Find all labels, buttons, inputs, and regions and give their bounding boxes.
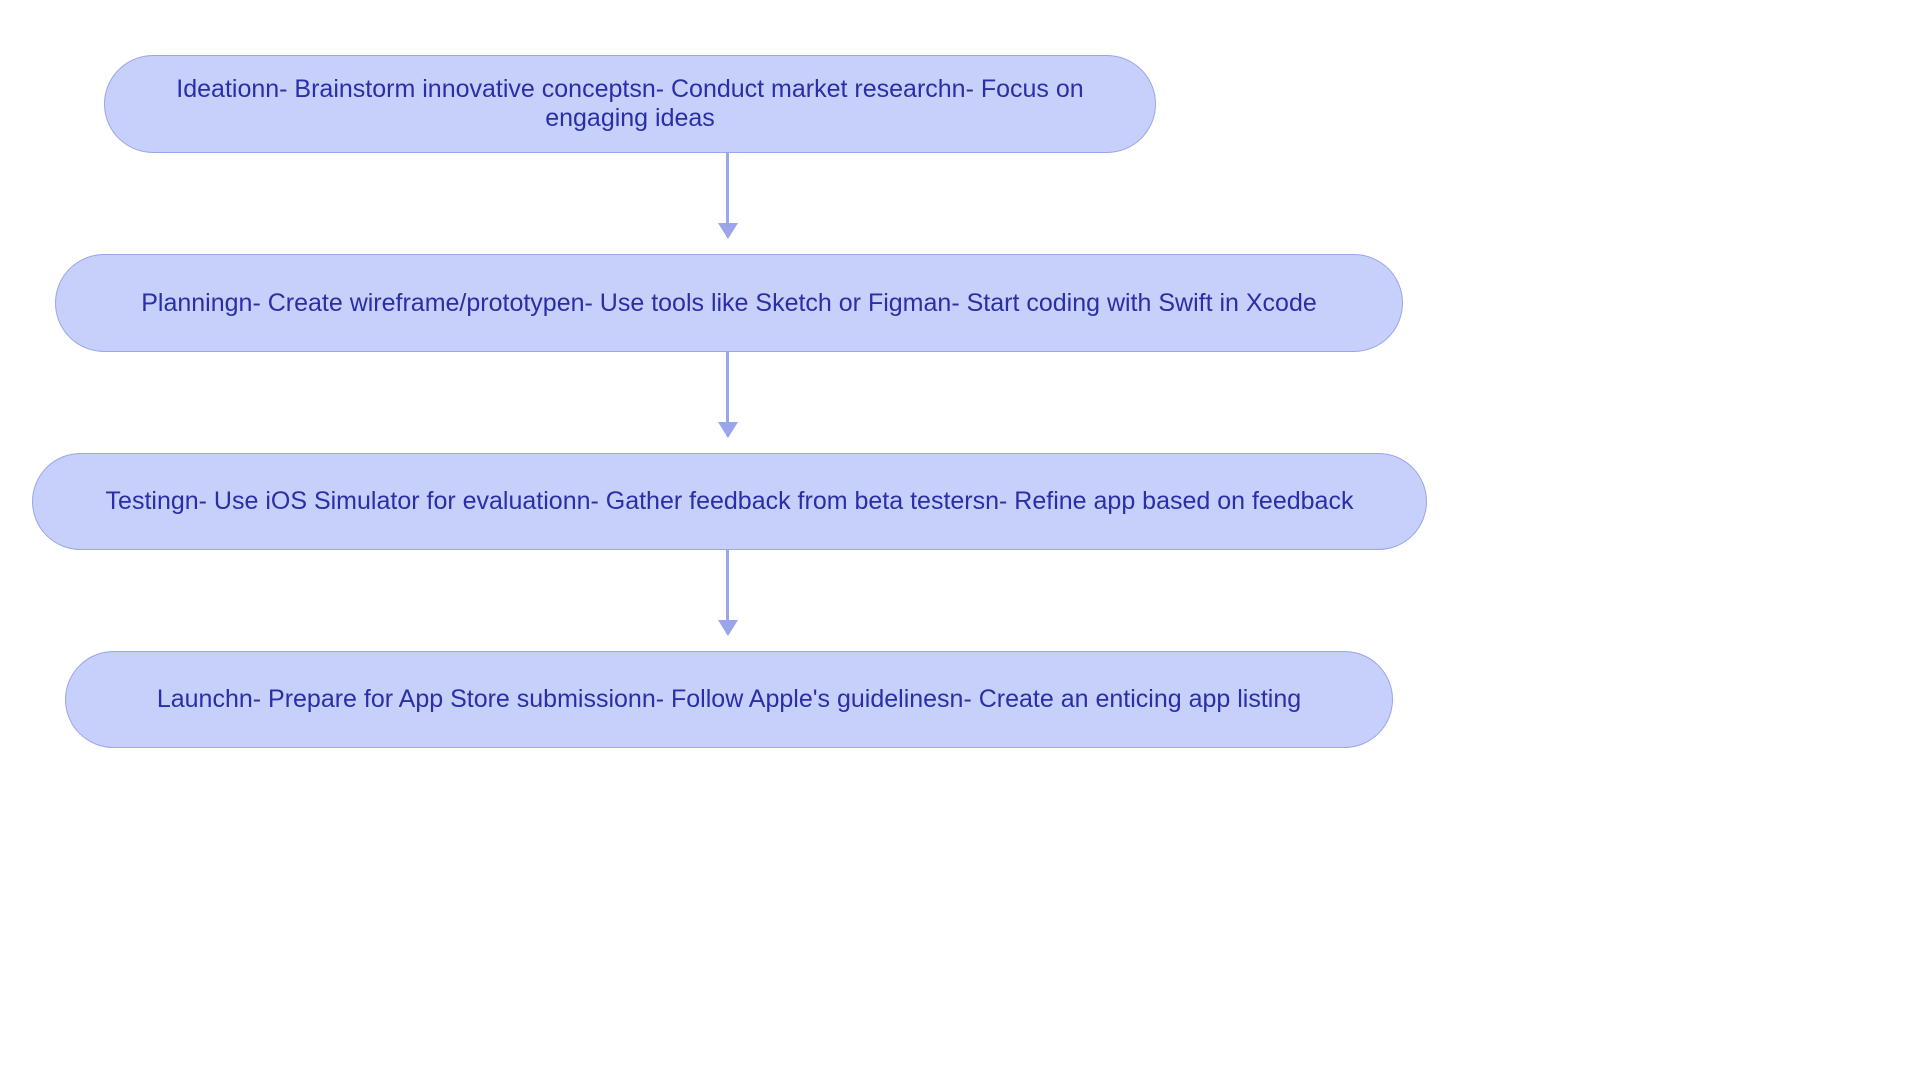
flowchart-canvas: Ideationn- Brainstorm innovative concept… [0, 0, 1920, 1083]
node-text: Planningn- Create wireframe/prototypen- … [141, 289, 1317, 318]
node-planning: Planningn- Create wireframe/prototypen- … [55, 254, 1403, 352]
node-text: Launchn- Prepare for App Store submissio… [157, 685, 1301, 714]
arrow-2 [726, 352, 729, 436]
node-text: Testingn- Use iOS Simulator for evaluati… [106, 487, 1354, 516]
arrow-1 [726, 153, 729, 237]
node-ideation: Ideationn- Brainstorm innovative concept… [104, 55, 1156, 153]
node-testing: Testingn- Use iOS Simulator for evaluati… [32, 453, 1427, 550]
node-launch: Launchn- Prepare for App Store submissio… [65, 651, 1393, 748]
node-text: Ideationn- Brainstorm innovative concept… [125, 75, 1135, 133]
arrow-3 [726, 550, 729, 634]
